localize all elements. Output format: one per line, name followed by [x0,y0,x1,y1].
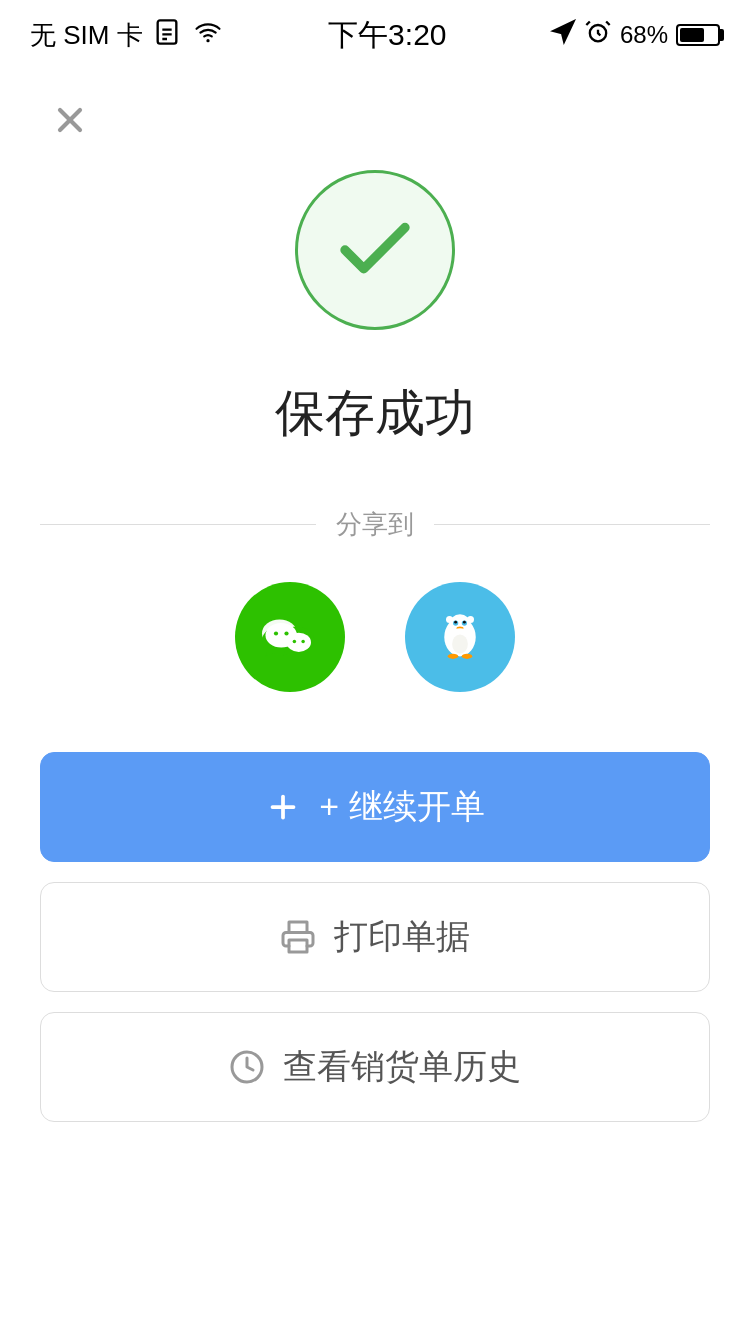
battery-percent-text: 68% [620,21,668,49]
svg-point-20 [463,621,466,624]
svg-point-9 [287,633,312,652]
share-divider-row: 分享到 [40,507,710,542]
alarm-icon [584,18,612,52]
close-button[interactable] [40,90,100,150]
svg-point-25 [462,654,473,659]
continue-order-label: + 继续开单 [319,784,484,830]
main-content: 保存成功 分享到 [0,70,750,1334]
carrier-text: 无 SIM 卡 [30,18,143,53]
svg-marker-2 [553,21,574,42]
print-label: 打印单据 [334,914,470,960]
battery-container [676,24,720,46]
print-button[interactable]: 打印单据 [40,882,710,992]
svg-point-19 [454,621,457,624]
svg-point-27 [467,616,474,623]
history-icon [229,1049,265,1085]
status-left: 无 SIM 卡 [30,18,225,53]
sim-card-icon [153,18,181,53]
status-right: 68% [550,18,720,52]
svg-rect-30 [289,940,307,952]
share-label: 分享到 [336,507,414,542]
divider-right [434,524,710,525]
qq-share-button[interactable] [405,582,515,692]
svg-point-12 [293,640,297,644]
wechat-share-button[interactable] [235,582,345,692]
battery-fill [680,28,704,42]
wifi-icon [191,19,225,52]
status-time: 下午3:20 [328,15,446,56]
print-icon [280,919,316,955]
continue-order-button[interactable]: + 继续开单 [40,752,710,862]
status-bar: 无 SIM 卡 下午3:20 [0,0,750,70]
svg-point-26 [446,616,453,623]
svg-point-24 [448,654,459,659]
svg-point-13 [301,640,305,644]
svg-point-1 [206,39,209,42]
share-row [235,582,515,692]
svg-point-10 [274,631,278,635]
success-title: 保存成功 [275,380,475,447]
location-icon [550,19,576,51]
history-label: 查看销货单历史 [283,1044,521,1090]
svg-point-23 [452,634,468,653]
svg-point-11 [284,631,288,635]
divider-left [40,524,316,525]
success-circle [295,170,455,330]
plus-icon [265,789,301,825]
battery-icon [676,24,720,46]
history-button[interactable]: 查看销货单历史 [40,1012,710,1122]
